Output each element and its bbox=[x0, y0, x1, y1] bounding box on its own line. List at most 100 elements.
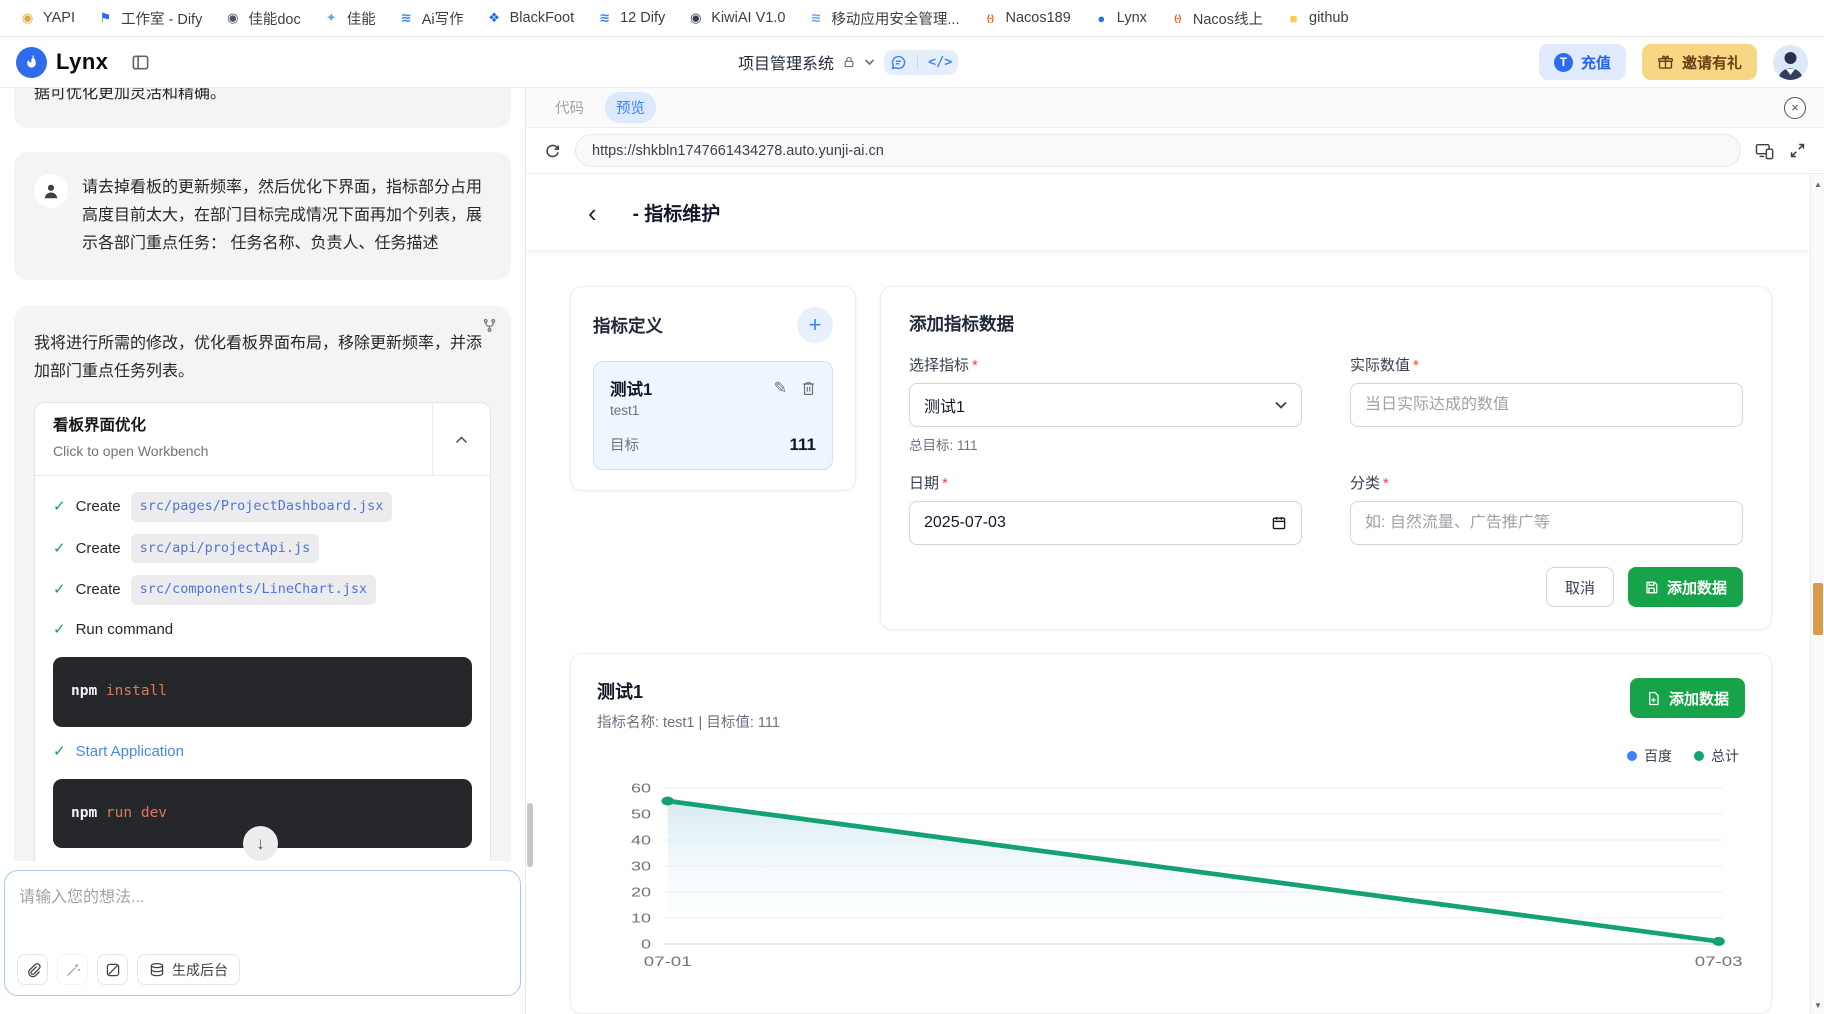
scroll-up-arrow[interactable]: ▲ bbox=[1811, 177, 1824, 191]
bookmark-item[interactable]: (-) Nacos189 bbox=[973, 6, 1080, 31]
date-input[interactable]: 2025-07-03 bbox=[909, 501, 1302, 545]
back-button[interactable]: ‹ bbox=[588, 200, 597, 226]
step-label: Run command bbox=[75, 621, 174, 639]
svg-text:0: 0 bbox=[641, 938, 651, 952]
browser-url-bar bbox=[526, 128, 1824, 174]
generate-backend-button[interactable]: 生成后台 bbox=[137, 954, 240, 985]
bookmark-item[interactable]: ■ github bbox=[1276, 6, 1358, 31]
workbench-step: ✓ Create src/pages/ProjectDashboard.jsx bbox=[53, 492, 472, 522]
workbench-card[interactable]: 看板界面优化 Click to open Workbench ✓ Create sr… bbox=[34, 402, 491, 861]
chart-add-data-button[interactable]: 添加数据 bbox=[1629, 678, 1745, 718]
chat-scrollbar-thumb[interactable] bbox=[527, 803, 533, 867]
field-select-metric: 选择指标 * 测试1 总目标: 111 bbox=[909, 354, 1302, 454]
chat-messages[interactable]: 据可优化更加灵活和精确。 请去掉看板的更新频率，然后优化下界面，指标部分占用高度… bbox=[0, 88, 525, 861]
legend-item[interactable]: 百度 bbox=[1627, 746, 1672, 766]
workbench-step: ✓ Create src/components/LineChart.jsx bbox=[53, 575, 472, 606]
bookmark-item[interactable]: ≋ 12 Dify bbox=[587, 6, 674, 31]
generate-backend-label: 生成后台 bbox=[172, 961, 228, 978]
bookmark-favicon: ❖ bbox=[488, 10, 500, 25]
add-metric-button[interactable]: + bbox=[797, 307, 833, 343]
code-mode-icon[interactable]: </> bbox=[928, 54, 952, 70]
close-icon[interactable]: × bbox=[1784, 96, 1806, 119]
invite-button[interactable]: 邀请有礼 bbox=[1641, 44, 1757, 80]
coin-icon: T bbox=[1553, 52, 1573, 72]
chat-mode-icon[interactable] bbox=[890, 54, 907, 71]
bookmark-item[interactable]: ✦ 佳能 bbox=[314, 4, 385, 33]
bookmark-label: 佳能 bbox=[346, 11, 376, 28]
bookmark-favicon: (-) bbox=[987, 13, 994, 23]
step-label: Start Application bbox=[75, 742, 184, 760]
input-toolbar: 生成后台 bbox=[17, 954, 240, 985]
actual-value-input[interactable] bbox=[1365, 396, 1728, 414]
bookmark-item[interactable]: ⚑ 工作室 - Dify bbox=[88, 4, 211, 33]
fork-icon[interactable] bbox=[482, 318, 497, 333]
chat-panel: 据可优化更加灵活和精确。 请去掉看板的更新频率，然后优化下界面，指标部分占用高度… bbox=[0, 88, 526, 1014]
sidebar-toggle-icon[interactable] bbox=[131, 53, 150, 72]
delete-icon[interactable] bbox=[801, 380, 816, 396]
category-wrap bbox=[1350, 501, 1743, 545]
svg-text:20: 20 bbox=[631, 886, 651, 900]
bookmark-item[interactable]: ≋ Ai写作 bbox=[389, 4, 473, 33]
invite-label: 邀请有礼 bbox=[1681, 54, 1742, 72]
recharge-label: 充值 bbox=[1580, 54, 1611, 72]
date-label: 日期 bbox=[909, 475, 940, 492]
fullscreen-icon[interactable] bbox=[1789, 142, 1806, 159]
metric-item[interactable]: 测试1 ✎ test1 目标 111 bbox=[593, 361, 833, 470]
bookmark-item[interactable]: ≋ 移动应用安全管理... bbox=[798, 4, 968, 33]
bookmark-item[interactable]: ◉ KiwiAI V1.0 bbox=[678, 6, 794, 31]
url-input[interactable] bbox=[592, 142, 1724, 159]
page-header: ‹ - 指标维护 bbox=[526, 175, 1810, 251]
collapse-button[interactable] bbox=[432, 403, 490, 476]
app-logo[interactable]: Lynx bbox=[16, 46, 109, 78]
user-message-text: 请去掉看板的更新频率，然后优化下界面，指标部分占用高度目前太大，在部门目标完成情… bbox=[82, 179, 483, 252]
chat-input-card: 生成后台 bbox=[4, 870, 521, 996]
legend-dot bbox=[1627, 751, 1637, 761]
submit-add-data-button[interactable]: 添加数据 bbox=[1627, 567, 1743, 607]
assistant-intro: 我将进行所需的修改，优化看板界面布局，移除更新频率，并添加部门重点任务列表。 bbox=[34, 335, 483, 380]
magic-wand-button[interactable] bbox=[57, 954, 88, 985]
category-input[interactable] bbox=[1365, 514, 1728, 532]
bookmark-item[interactable]: ● Lynx bbox=[1084, 6, 1156, 31]
bookmark-label: Ai写作 bbox=[421, 11, 464, 28]
file-path-chip[interactable]: src/components/LineChart.jsx bbox=[130, 575, 377, 606]
lock-icon bbox=[842, 55, 856, 69]
file-path-chip[interactable]: src/pages/ProjectDashboard.jsx bbox=[130, 492, 393, 522]
recharge-button[interactable]: T 充值 bbox=[1538, 44, 1626, 80]
metric-select[interactable]: 测试1 bbox=[909, 383, 1302, 427]
attach-button[interactable] bbox=[17, 954, 48, 985]
tab-code[interactable]: 代码 bbox=[544, 92, 595, 123]
chat-input[interactable] bbox=[19, 883, 506, 941]
scroll-to-bottom-button[interactable]: ↓ bbox=[243, 826, 278, 861]
svg-text:40: 40 bbox=[631, 834, 651, 848]
field-date: 日期 * 2025-07-03 bbox=[909, 472, 1302, 545]
user-message: 请去掉看板的更新频率，然后优化下界面，指标部分占用高度目前太大，在部门目标完成情… bbox=[14, 152, 511, 280]
chevron-down-icon[interactable] bbox=[864, 58, 875, 66]
bookmark-label: github bbox=[1309, 10, 1349, 26]
workbench-step[interactable]: ✓ Start Application bbox=[53, 739, 472, 765]
line-chart: 0 10 20 30 40 50 60 07-01 07-03 bbox=[597, 776, 1745, 999]
preview-scrollbar[interactable]: ▲ ▼ bbox=[1810, 175, 1824, 1014]
file-path-chip[interactable]: src/api/projectApi.js bbox=[130, 533, 320, 564]
metric-select-value: 测试1 bbox=[924, 399, 965, 416]
code-block: npm install bbox=[53, 657, 472, 727]
legend-item[interactable]: 总计 bbox=[1694, 746, 1739, 766]
select-helper: 总目标: 111 bbox=[909, 438, 978, 453]
scroll-down-arrow[interactable]: ▼ bbox=[1811, 998, 1824, 1012]
calendar-icon[interactable] bbox=[1271, 515, 1287, 531]
metric-panel-title: 指标定义 bbox=[593, 315, 663, 336]
responsive-devices-icon[interactable] bbox=[1755, 142, 1775, 160]
edit-icon[interactable]: ✎ bbox=[774, 378, 787, 398]
cancel-button[interactable]: 取消 bbox=[1545, 567, 1614, 607]
tab-preview[interactable]: 预览 bbox=[605, 92, 656, 123]
clear-format-button[interactable] bbox=[97, 954, 128, 985]
bookmark-item[interactable]: (-) Nacos线上 bbox=[1160, 4, 1272, 33]
bookmark-item[interactable]: ❖ BlackFoot bbox=[477, 6, 583, 31]
bookmark-item[interactable]: ◉ 佳能doc bbox=[215, 4, 309, 33]
workbench-header[interactable]: 看板界面优化 Click to open Workbench bbox=[35, 403, 490, 477]
user-avatar[interactable] bbox=[1773, 44, 1808, 80]
refresh-icon[interactable] bbox=[544, 142, 561, 159]
bookmark-item[interactable]: ◉ YAPI bbox=[10, 6, 84, 31]
preview-scrollbar-thumb[interactable] bbox=[1813, 583, 1823, 635]
project-name[interactable]: 项目管理系统 bbox=[738, 50, 834, 74]
select-label: 选择指标 bbox=[909, 357, 970, 374]
